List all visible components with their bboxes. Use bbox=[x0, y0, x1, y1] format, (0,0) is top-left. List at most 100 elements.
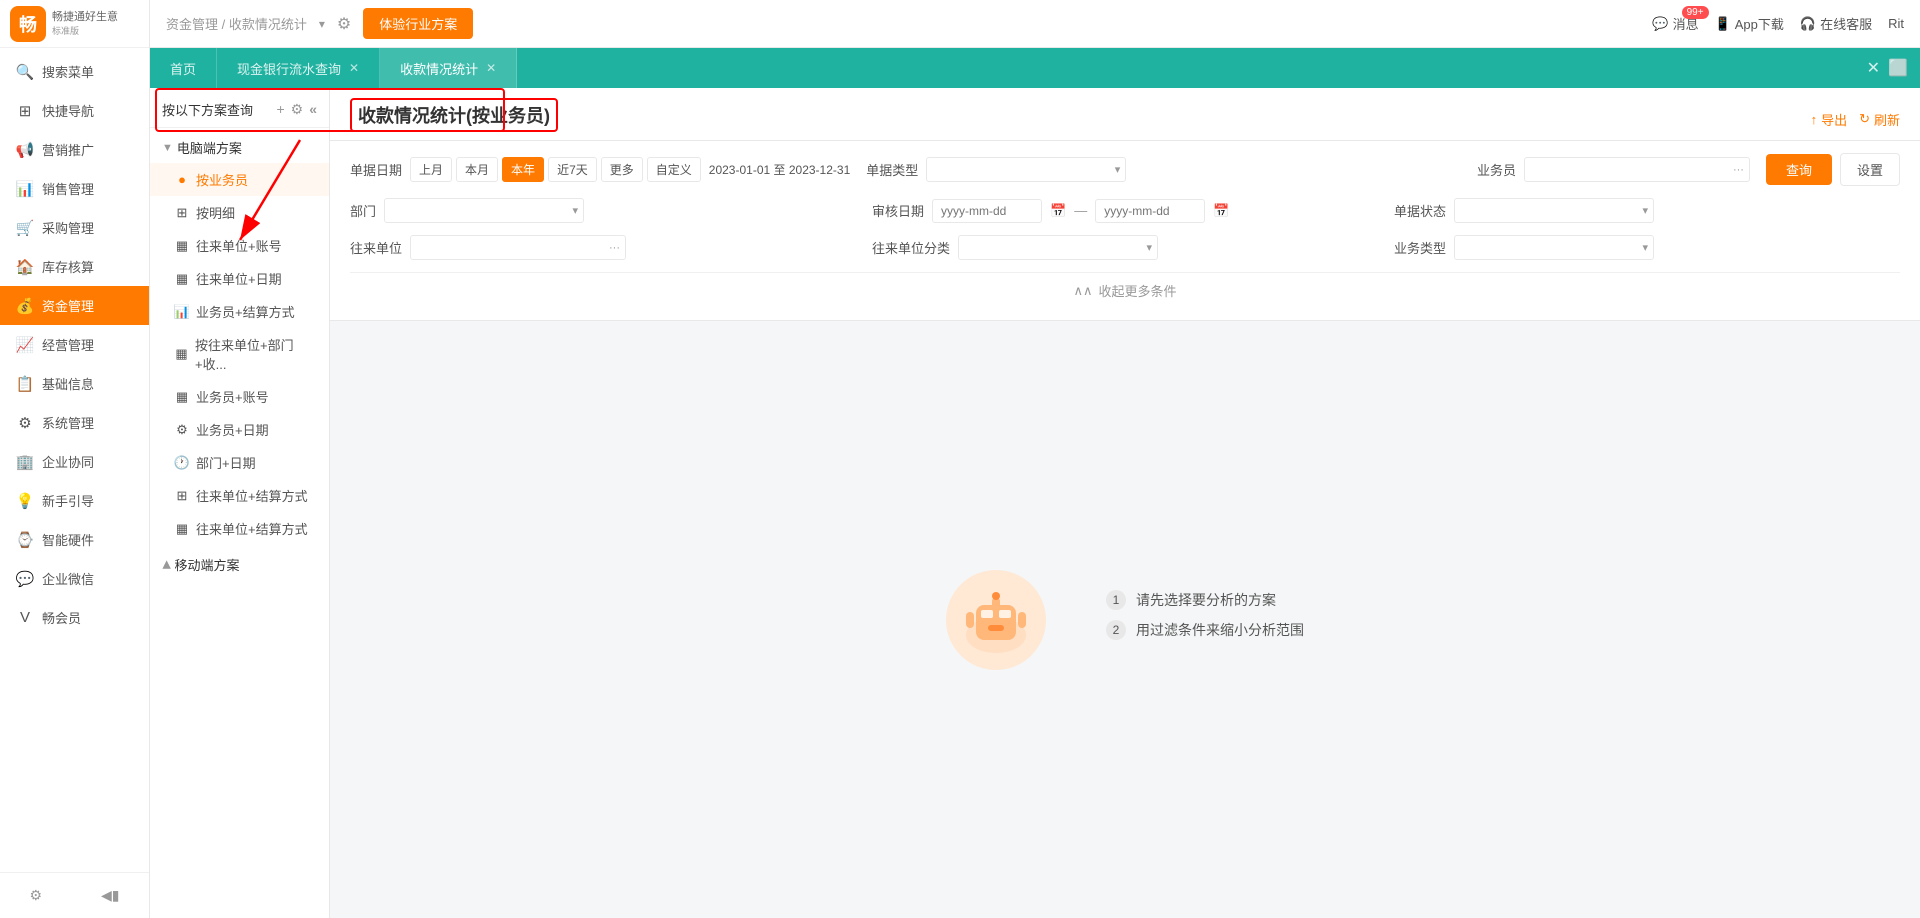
collapse-bar[interactable]: ∧∧ 收起更多条件 bbox=[350, 272, 1900, 308]
scheme-item-dept-date[interactable]: 🕐 部门+日期 bbox=[150, 446, 329, 479]
add-scheme-icon[interactable]: + bbox=[276, 101, 284, 118]
sidebar-item-funds[interactable]: 💰 资金管理 bbox=[0, 286, 149, 325]
sales-icon: 📊 bbox=[16, 180, 34, 198]
sidebar-item-corp[interactable]: 🏢 企业协同 bbox=[0, 442, 149, 481]
staff-more-icon[interactable]: ··· bbox=[1733, 164, 1744, 176]
review-date-label: 审核日期 bbox=[872, 201, 924, 220]
sidebar-collapse-btn[interactable]: ◀▮ bbox=[95, 881, 125, 910]
mobile-group-header[interactable]: ▶ 移动端方案 bbox=[150, 549, 329, 580]
step-2-number: 2 bbox=[1106, 620, 1126, 640]
tab-home[interactable]: 首页 bbox=[150, 48, 217, 88]
logo-text-line2: 标准版 bbox=[52, 24, 118, 37]
left-panel-header: 按以下方案查询 + ⚙ « bbox=[150, 88, 329, 128]
this-month-btn[interactable]: 本月 bbox=[456, 157, 498, 182]
scheme-item-unit-date[interactable]: ▦ 往来单位+日期 bbox=[150, 262, 329, 295]
scheme-item-staff-date[interactable]: ⚙ 业务员+日期 bbox=[150, 413, 329, 446]
counterpart-more-icon[interactable]: ··· bbox=[609, 242, 620, 254]
query-actions: 查询 设置 bbox=[1766, 153, 1900, 186]
voucher-status-select[interactable] bbox=[1454, 198, 1654, 223]
sidebar-item-wechat[interactable]: 💬 企业微信 bbox=[0, 559, 149, 598]
page-title: 收款情况统计(按业务员) bbox=[350, 98, 558, 132]
sidebar-item-operation[interactable]: 📈 经营管理 bbox=[0, 325, 149, 364]
sidebar-item-hardware[interactable]: ⌚ 智能硬件 bbox=[0, 520, 149, 559]
page-header: 收款情况统计(按业务员) ↑ 导出 ↻ 刷新 bbox=[330, 88, 1920, 141]
sidebar-item-system[interactable]: ⚙ 系统管理 bbox=[0, 403, 149, 442]
business-type-select[interactable] bbox=[1454, 235, 1654, 260]
custom-btn[interactable]: 自定义 bbox=[647, 157, 701, 182]
voucher-type-label: 单据类型 bbox=[866, 160, 918, 179]
left-panel: 按以下方案查询 + ⚙ « ▼ 电脑端方案 ● 按业务员 ⊞ 按明 bbox=[150, 88, 330, 918]
maximize-window-icon[interactable]: ⬜ bbox=[1888, 58, 1908, 78]
sidebar-item-stock[interactable]: 🏠 库存核算 bbox=[0, 247, 149, 286]
refresh-button[interactable]: ↻ 刷新 bbox=[1859, 110, 1900, 129]
by-detail-icon: ⊞ bbox=[174, 205, 190, 221]
last7-btn[interactable]: 近7天 bbox=[548, 157, 597, 182]
tab-bank-close-icon[interactable]: ✕ bbox=[349, 61, 359, 75]
counterpart-input-wrapper: ··· bbox=[410, 235, 626, 260]
scheme-item-unit-account[interactable]: ▦ 往来单位+账号 bbox=[150, 229, 329, 262]
counterpart-class-select[interactable] bbox=[958, 235, 1158, 260]
scheme-item-unit-dept[interactable]: ▦ 按往来单位+部门+收... bbox=[150, 328, 329, 380]
export-button[interactable]: ↑ 导出 bbox=[1811, 110, 1848, 129]
dept-select[interactable] bbox=[384, 198, 584, 223]
sidebar-item-marketing[interactable]: 📢 营销推广 bbox=[0, 130, 149, 169]
settings-scheme-icon[interactable]: ⚙ bbox=[291, 101, 304, 118]
sidebar-item-sales[interactable]: 📊 销售管理 bbox=[0, 169, 149, 208]
breadcrumb-dropdown-icon[interactable]: ▾ bbox=[319, 17, 325, 31]
sidebar-item-purchase[interactable]: 🛒 采购管理 bbox=[0, 208, 149, 247]
empty-illustration bbox=[946, 570, 1046, 670]
scheme-item-by-detail[interactable]: ⊞ 按明细 bbox=[150, 196, 329, 229]
voucher-type-select[interactable] bbox=[926, 157, 1126, 182]
calendar-from-icon[interactable]: 📅 bbox=[1050, 203, 1066, 219]
app-download-button[interactable]: 📱 App下载 bbox=[1715, 14, 1784, 33]
prev-month-btn[interactable]: 上月 bbox=[410, 157, 452, 182]
query-button[interactable]: 查询 bbox=[1766, 154, 1832, 185]
user-avatar[interactable]: Rit bbox=[1888, 16, 1904, 31]
counterpart-class-select-wrapper: ▾ bbox=[958, 235, 1158, 260]
scheme-item-staff-settle[interactable]: 📊 业务员+结算方式 bbox=[150, 295, 329, 328]
review-date-from[interactable] bbox=[932, 199, 1042, 223]
this-year-btn[interactable]: 本年 bbox=[502, 157, 544, 182]
desktop-group-header[interactable]: ▼ 电脑端方案 bbox=[150, 132, 329, 163]
tabbar: 首页 现金银行流水查询 ✕ 收款情况统计 ✕ ✕ ⬜ bbox=[150, 48, 1920, 88]
close-window-icon[interactable]: ✕ bbox=[1867, 58, 1880, 78]
date-range-display: 2023-01-01 至 2023-12-31 bbox=[709, 161, 850, 178]
sidebar-item-base[interactable]: 📋 基础信息 bbox=[0, 364, 149, 403]
topbar-left: 资金管理 / 收款情况统计 ▾ ⚙ 体验行业方案 bbox=[166, 8, 473, 39]
tab-bank[interactable]: 现金银行流水查询 ✕ bbox=[217, 48, 380, 88]
breadcrumb: 资金管理 / 收款情况统计 bbox=[166, 14, 307, 33]
date-label: 单据日期 bbox=[350, 160, 402, 179]
sidebar-item-quicknav[interactable]: ⊞ 快捷导航 bbox=[0, 91, 149, 130]
mobile-group-expand-icon: ▶ bbox=[160, 560, 173, 568]
staff-select-wrapper: ··· bbox=[1524, 157, 1750, 182]
trial-button[interactable]: 体验行业方案 bbox=[363, 8, 473, 39]
sidebar-item-member[interactable]: V 畅会员 bbox=[0, 598, 149, 637]
review-date-to[interactable] bbox=[1095, 199, 1205, 223]
tab-receipt[interactable]: 收款情况统计 ✕ bbox=[380, 48, 517, 88]
staff-input[interactable] bbox=[1524, 157, 1750, 182]
sidebar-item-guide[interactable]: 💡 新手引导 bbox=[0, 481, 149, 520]
scheme-item-unit-settle2[interactable]: ▦ 往来单位+结算方式 bbox=[150, 512, 329, 545]
dept-label: 部门 bbox=[350, 201, 376, 220]
calendar-to-icon[interactable]: 📅 bbox=[1213, 203, 1229, 219]
settings-button[interactable]: 设置 bbox=[1840, 153, 1900, 186]
unit-date-icon: ▦ bbox=[174, 271, 190, 287]
topbar-gear-icon[interactable]: ⚙ bbox=[337, 14, 351, 34]
app-icon: 📱 bbox=[1715, 16, 1731, 32]
scheme-item-by-staff[interactable]: ● 按业务员 bbox=[150, 163, 329, 196]
message-button[interactable]: 💬 消息 99+ bbox=[1652, 14, 1698, 33]
counterpart-input[interactable] bbox=[410, 235, 626, 260]
service-button[interactable]: 🎧 在线客服 bbox=[1800, 14, 1872, 33]
sidebar-settings-btn[interactable]: ⚙ bbox=[23, 881, 48, 910]
scheme-item-staff-account[interactable]: ▦ 业务员+账号 bbox=[150, 380, 329, 413]
left-panel-title: 按以下方案查询 bbox=[162, 100, 253, 119]
collapse-panel-icon[interactable]: « bbox=[309, 101, 317, 118]
group-expand-icon: ▼ bbox=[162, 142, 173, 154]
purchase-icon: 🛒 bbox=[16, 219, 34, 237]
more-btn[interactable]: 更多 bbox=[601, 157, 643, 182]
date-separator: — bbox=[1074, 203, 1087, 218]
date-filter-item: 单据日期 上月 本月 本年 近7天 更多 自定义 2023-01-01 至 bbox=[350, 157, 850, 182]
sidebar-item-search[interactable]: 🔍 搜索菜单 bbox=[0, 52, 149, 91]
scheme-item-unit-settle1[interactable]: ⊞ 往来单位+结算方式 bbox=[150, 479, 329, 512]
tab-receipt-close-icon[interactable]: ✕ bbox=[486, 61, 496, 75]
